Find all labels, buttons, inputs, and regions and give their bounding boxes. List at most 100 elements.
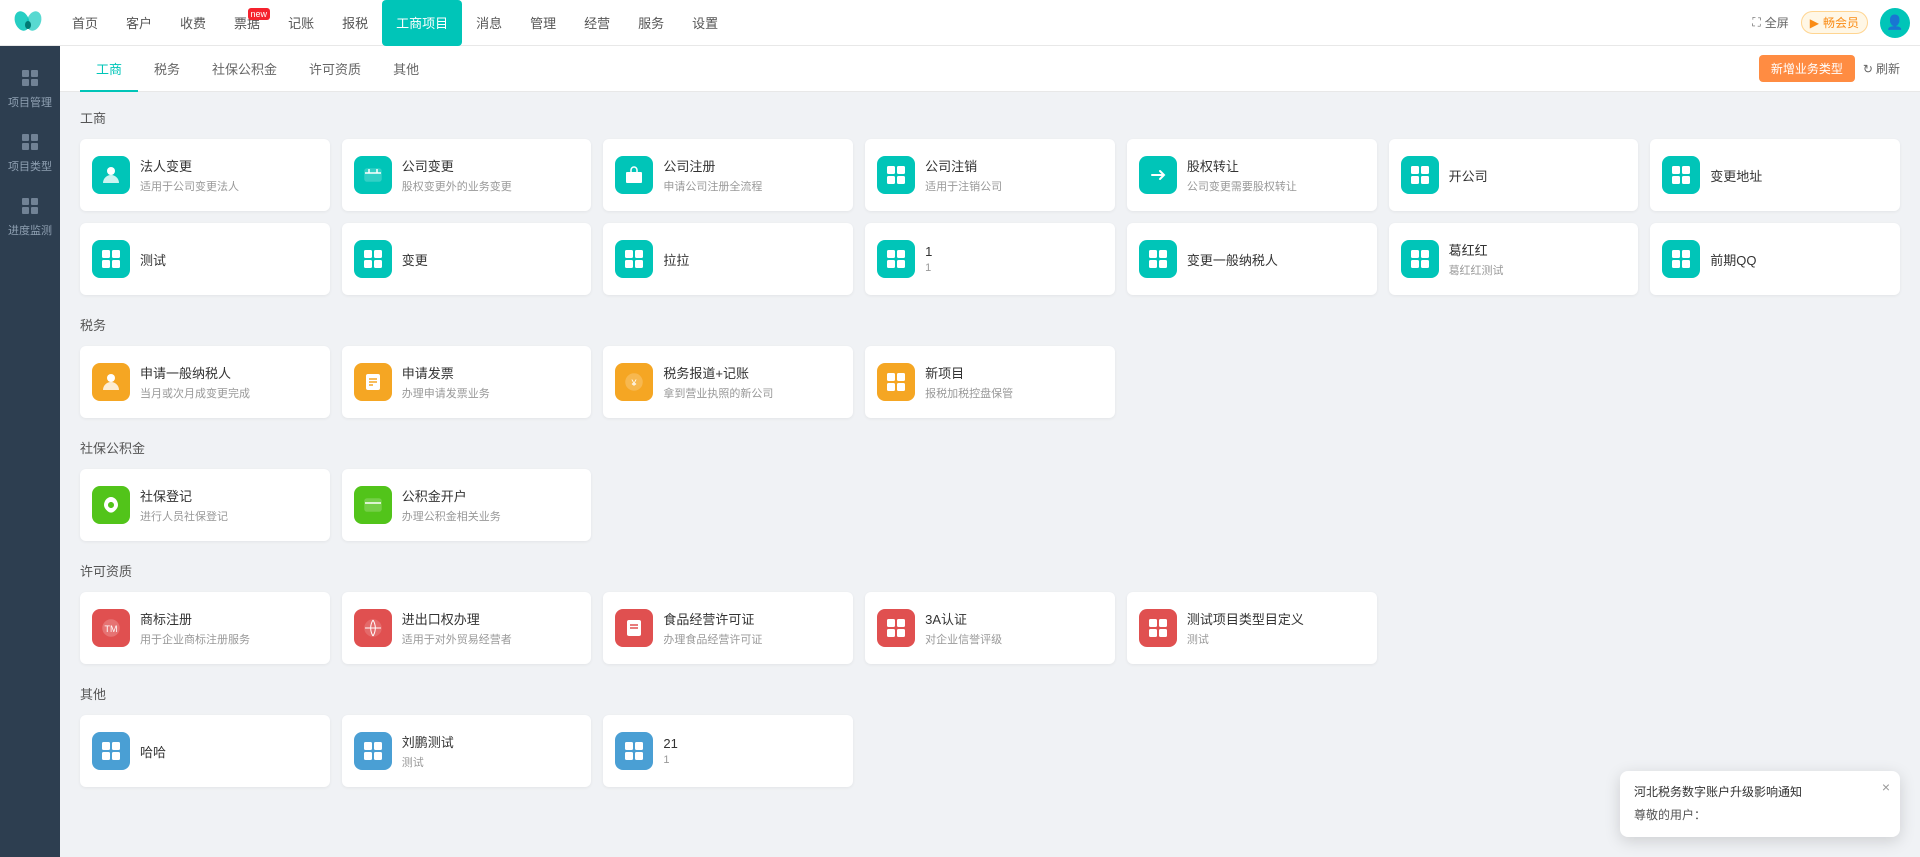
top-nav-right: ⛶ 全屏 ▶ 畅会员 👤	[1752, 8, 1910, 38]
sidebar-item-project-mgmt[interactable]: 项目管理	[0, 56, 60, 120]
card-3a-cert[interactable]: 3A认证对企业信誉评级	[865, 592, 1115, 664]
sidebar-item-progress-monitor[interactable]: 进度监测	[0, 184, 60, 248]
card-name-import-export: 进出口权办理	[402, 609, 580, 628]
card-desc-tax-accounting: 拿到营业执照的新公司	[663, 385, 841, 401]
card-change[interactable]: 变更	[342, 223, 592, 295]
card-one[interactable]: 11	[865, 223, 1115, 295]
notification-popup: × 河北税务数字账户升级影响通知 尊敬的用户：	[1620, 771, 1900, 837]
industry-cards-grid: 法人变更适用于公司变更法人公司变更股权变更外的业务变更公司注册申请公司注册全流程…	[80, 139, 1900, 295]
refresh-button[interactable]: ↻ 刷新	[1863, 60, 1900, 77]
nav-industry[interactable]: 工商项目	[382, 0, 462, 46]
card-icon-social-register	[92, 486, 130, 524]
card-icon-company-cancel	[877, 156, 915, 194]
sidebar-label-project-mgmt: 项目管理	[8, 94, 52, 110]
card-lala[interactable]: 拉拉	[603, 223, 853, 295]
card-name-company-change: 公司变更	[402, 156, 580, 175]
tab-industry[interactable]: 工商	[80, 46, 138, 92]
card-qianqiqq[interactable]: 前期QQ	[1650, 223, 1900, 295]
tab-bar: 工商 税务 社保公积金 许可资质 其他 新增业务类型 ↻ 刷新	[60, 46, 1920, 92]
card-company-register[interactable]: 公司注册申请公司注册全流程	[603, 139, 853, 211]
card-icon-change-taxpayer	[1139, 240, 1177, 278]
top-nav: 首页 客户 收费 票据 new 记账 报税 工商项目 消息 管理 经营 服务 设…	[0, 0, 1920, 46]
nav-management[interactable]: 管理	[516, 0, 570, 46]
card-desc-test-type: 测试	[1187, 631, 1365, 647]
nav-billing[interactable]: 收费	[166, 0, 220, 46]
svg-text:TM: TM	[105, 624, 118, 634]
sidebar-label-project-types: 项目类型	[8, 158, 52, 174]
card-new-project[interactable]: 新项目报税加税控盘保管	[865, 346, 1115, 418]
card-gehonghong[interactable]: 葛红红葛红红测试	[1389, 223, 1639, 295]
nav-accounting[interactable]: 记账	[274, 0, 328, 46]
card-liupeng-test[interactable]: 刘鹏测试测试	[342, 715, 592, 787]
card-test-type[interactable]: 测试项目类型目定义测试	[1127, 592, 1377, 664]
tax-section: 税务 申请一般纳税人当月或次月成变更完成申请发票办理申请发票业务¥税务报道+记账…	[80, 315, 1900, 418]
nav-messages[interactable]: 消息	[462, 0, 516, 46]
card-test[interactable]: 测试	[80, 223, 330, 295]
notification-title: 河北税务数字账户升级影响通知	[1634, 783, 1886, 800]
content-area: 工商 税务 社保公积金 许可资质 其他 新增业务类型 ↻ 刷新 工商 法人变更适…	[60, 46, 1920, 857]
vip-label: 畅会员	[1823, 14, 1859, 31]
nav-tax[interactable]: 报税	[328, 0, 382, 46]
card-desc-legal-change: 适用于公司变更法人	[140, 178, 318, 194]
card-social-register[interactable]: 社保登记进行人员社保登记	[80, 469, 330, 541]
card-icon-lala	[615, 240, 653, 278]
card-tax-accounting[interactable]: ¥税务报道+记账拿到营业执照的新公司	[603, 346, 853, 418]
tab-tax[interactable]: 税务	[138, 46, 196, 92]
social-section-title: 社保公积金	[80, 438, 1900, 457]
sidebar: 项目管理 项目类型 进度监测	[0, 46, 60, 857]
card-change-address[interactable]: 变更地址	[1650, 139, 1900, 211]
card-desc-food-license: 办理食品经营许可证	[663, 631, 841, 647]
nav-home[interactable]: 首页	[58, 0, 112, 46]
card-company-cancel[interactable]: 公司注销适用于注销公司	[865, 139, 1115, 211]
card-icon-tax-accounting: ¥	[615, 363, 653, 401]
card-company-change[interactable]: 公司变更股权变更外的业务变更	[342, 139, 592, 211]
nav-tickets[interactable]: 票据 new	[220, 0, 274, 46]
add-type-button[interactable]: 新增业务类型	[1759, 55, 1855, 82]
svg-text:¥: ¥	[631, 378, 638, 388]
scroll-content: 工商 法人变更适用于公司变更法人公司变更股权变更外的业务变更公司注册申请公司注册…	[60, 92, 1920, 857]
vip-button[interactable]: ▶ 畅会员	[1801, 11, 1868, 34]
notification-close-button[interactable]: ×	[1882, 779, 1890, 795]
card-change-taxpayer[interactable]: 变更一般纳税人	[1127, 223, 1377, 295]
card-apply-taxpayer[interactable]: 申请一般纳税人当月或次月成变更完成	[80, 346, 330, 418]
card-import-export[interactable]: 进出口权办理适用于对外贸易经营者	[342, 592, 592, 664]
tax-cards-grid: 申请一般纳税人当月或次月成变更完成申请发票办理申请发票业务¥税务报道+记账拿到营…	[80, 346, 1900, 418]
nav-clients[interactable]: 客户	[112, 0, 166, 46]
other-section-title: 其他	[80, 684, 1900, 703]
fullscreen-button[interactable]: ⛶ 全屏	[1752, 14, 1788, 31]
refresh-label: 刷新	[1876, 60, 1900, 77]
card-name-gehonghong: 葛红红	[1449, 240, 1627, 259]
notification-body: 尊敬的用户：	[1634, 806, 1886, 825]
card-food-license[interactable]: 食品经营许可证办理食品经营许可证	[603, 592, 853, 664]
card-trademark[interactable]: TM商标注册用于企业商标注册服务	[80, 592, 330, 664]
nav-settings[interactable]: 设置	[678, 0, 732, 46]
card-fund-account[interactable]: 公积金开户办理公积金相关业务	[342, 469, 592, 541]
card-desc-apply-taxpayer: 当月或次月成变更完成	[140, 385, 318, 401]
card-twenty-one[interactable]: 211	[603, 715, 853, 787]
tab-other[interactable]: 其他	[377, 46, 435, 92]
fullscreen-icon: ⛶	[1752, 15, 1760, 30]
tab-social[interactable]: 社保公积金	[196, 46, 293, 92]
card-name-change-address: 变更地址	[1710, 166, 1888, 185]
card-desc-3a-cert: 对企业信誉评级	[925, 631, 1103, 647]
avatar[interactable]: 👤	[1880, 8, 1910, 38]
tab-license[interactable]: 许可资质	[293, 46, 377, 92]
card-legal-change[interactable]: 法人变更适用于公司变更法人	[80, 139, 330, 211]
card-equity-transfer[interactable]: 股权转让公司变更需要股权转让	[1127, 139, 1377, 211]
sidebar-item-project-types[interactable]: 项目类型	[0, 120, 60, 184]
card-icon-legal-change	[92, 156, 130, 194]
card-icon-one	[877, 240, 915, 278]
card-desc-company-register: 申请公司注册全流程	[663, 178, 841, 194]
card-icon-3a-cert	[877, 609, 915, 647]
card-name-change: 变更	[402, 250, 580, 269]
card-haha[interactable]: 哈哈	[80, 715, 330, 787]
card-icon-import-export	[354, 609, 392, 647]
nav-operations[interactable]: 经营	[570, 0, 624, 46]
card-apply-invoice[interactable]: 申请发票办理申请发票业务	[342, 346, 592, 418]
card-name-one: 1	[925, 244, 1103, 259]
card-name-social-register: 社保登记	[140, 486, 318, 505]
project-types-icon	[18, 130, 42, 154]
card-open-company[interactable]: 开公司	[1389, 139, 1639, 211]
nav-services[interactable]: 服务	[624, 0, 678, 46]
card-icon-trademark: TM	[92, 609, 130, 647]
